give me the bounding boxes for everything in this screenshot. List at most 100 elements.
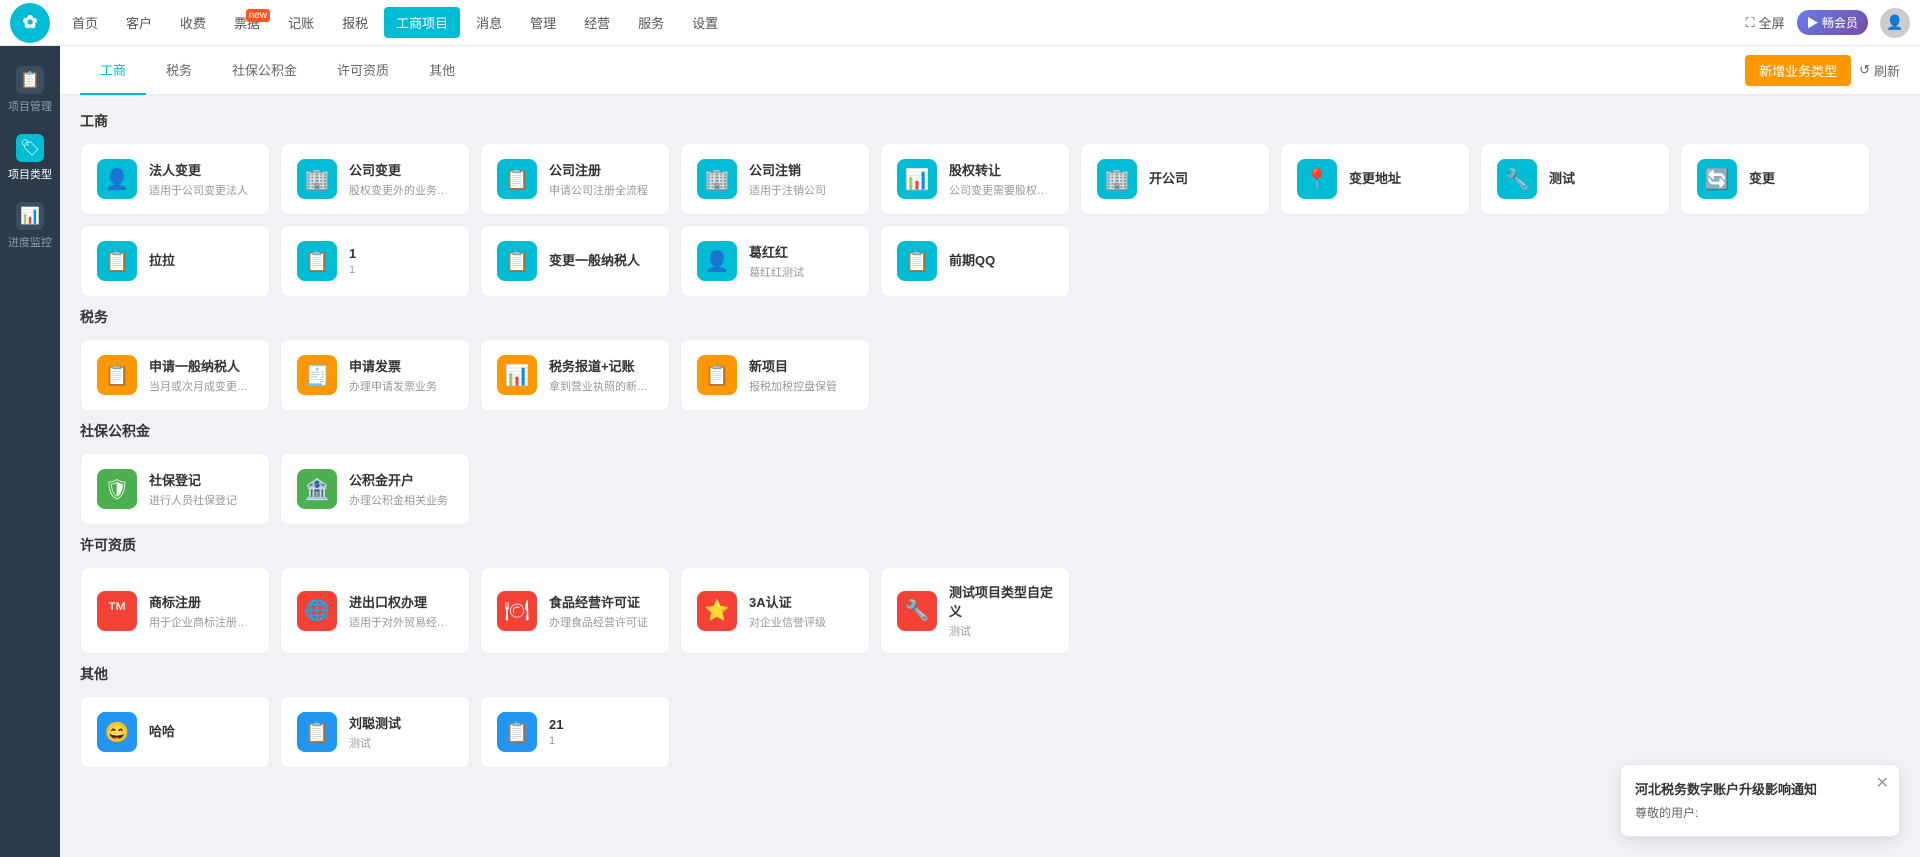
card-新项目[interactable]: 📋 新项目 报税加税控盘保管 [680, 339, 870, 411]
card-税务报道+记账[interactable]: 📊 税务报道+记账 拿到营业执照的新公司 [480, 339, 670, 411]
card-股权转让[interactable]: 📊 股权转让 公司变更需要股权转让 [880, 143, 1070, 215]
card-icon: 🧾 [297, 355, 337, 395]
card-name: 变更一般纳税人 [549, 250, 653, 269]
card-icon: 🔧 [897, 591, 937, 631]
card-前期QQ[interactable]: 📋 前期QQ [880, 225, 1070, 297]
card-法人变更[interactable]: 👤 法人变更 适用于公司变更法人 [80, 143, 270, 215]
card-变更[interactable]: 🔄 变更 [1680, 143, 1870, 215]
fullscreen-btn[interactable]: ⛶ 全屏 [1746, 13, 1785, 32]
nav-item-消息[interactable]: 消息 [464, 7, 514, 38]
refresh-button[interactable]: ↺ 刷新 [1859, 61, 1900, 80]
nav-item-管理[interactable]: 管理 [518, 7, 568, 38]
card-测试[interactable]: 🔧 测试 [1480, 143, 1670, 215]
tab-工商[interactable]: 工商 [80, 46, 146, 95]
card-测试项目类型自定义[interactable]: 🔧 测试项目类型自定义 测试 [880, 567, 1070, 654]
nav-item-经营[interactable]: 经营 [572, 7, 622, 38]
nav-item-服务[interactable]: 服务 [626, 7, 676, 38]
notification-popup: ✕ 河北税务数字账户升级影响通知 尊敬的用户: [1620, 764, 1900, 837]
card-变更地址[interactable]: 📍 变更地址 [1280, 143, 1470, 215]
card-info: 变更一般纳税人 [549, 250, 653, 272]
card-公司注册[interactable]: 📋 公司注册 申请公司注册全流程 [480, 143, 670, 215]
card-3A认证[interactable]: ⭐ 3A认证 对企业信誉评级 [680, 567, 870, 654]
section-title-其他: 其他 [80, 664, 1900, 684]
card-进出口权办理[interactable]: 🌐 进出口权办理 适用于对外贸易经营者 [280, 567, 470, 654]
nav-item-票据[interactable]: 票据new [222, 7, 272, 38]
card-info: 测试 [1549, 168, 1653, 190]
nav-item-客户[interactable]: 客户 [114, 7, 164, 38]
new-type-button[interactable]: 新增业务类型 [1745, 55, 1851, 86]
card-拉拉[interactable]: 📋 拉拉 [80, 225, 270, 297]
nav-item-工商项目[interactable]: 工商项目 [384, 7, 460, 38]
card-icon: 🔄 [1697, 159, 1737, 199]
vip-button[interactable]: ▶ 畅会员 [1797, 10, 1868, 35]
card-icon: 📍 [1297, 159, 1337, 199]
nav-item-收费[interactable]: 收费 [168, 7, 218, 38]
card-葛红红[interactable]: 👤 葛红红 葛红红测试 [680, 225, 870, 297]
card-name: 社保登记 [149, 470, 253, 489]
card-社保登记[interactable]: 🛡 社保登记 进行人员社保登记 [80, 453, 270, 525]
card-申请一般纳税人[interactable]: 📋 申请一般纳税人 当月或次月成变更完成 [80, 339, 270, 411]
card-desc: 葛红红测试 [749, 264, 853, 280]
nav-item-报税[interactable]: 报税 [330, 7, 380, 38]
card-刘聪测试[interactable]: 📋 刘聪测试 测试 [280, 696, 470, 768]
nav-item-记账[interactable]: 记账 [276, 7, 326, 38]
card-icon: 📋 [697, 355, 737, 395]
card-desc: 1 [349, 264, 453, 276]
card-name: 测试 [1549, 168, 1653, 187]
notification-close-button[interactable]: ✕ [1876, 773, 1889, 793]
sidebar-label: 进度监控 [8, 234, 52, 250]
card-食品经营许可证[interactable]: 🍽 食品经营许可证 办理食品经营许可证 [480, 567, 670, 654]
card-info: 公司变更 股权变更外的业务变更 [349, 160, 453, 198]
card-icon: 📋 [297, 241, 337, 281]
card-info: 社保登记 进行人员社保登记 [149, 470, 253, 508]
sidebar-item-进度监控[interactable]: 📊 进度监控 [0, 192, 60, 260]
card-info: 开公司 [1149, 168, 1253, 190]
avatar[interactable]: 👤 [1880, 8, 1910, 38]
nav-item-首页[interactable]: 首页 [60, 7, 110, 38]
card-1[interactable]: 📋 1 1 [280, 225, 470, 297]
card-info: 拉拉 [149, 250, 253, 272]
tab-许可资质[interactable]: 许可资质 [317, 46, 409, 95]
card-公积金开户[interactable]: 🏦 公积金开户 办理公积金相关业务 [280, 453, 470, 525]
nav-badge: new [246, 9, 270, 22]
card-desc: 办理公积金相关业务 [349, 492, 453, 508]
card-name: 1 [349, 246, 453, 261]
card-name: 前期QQ [949, 250, 1053, 269]
card-icon: 🍽 [497, 591, 537, 631]
card-商标注册[interactable]: ™ 商标注册 用于企业商标注册服务 [80, 567, 270, 654]
card-哈哈[interactable]: 😄 哈哈 [80, 696, 270, 768]
card-公司注销[interactable]: 🏢 公司注销 适用于注销公司 [680, 143, 870, 215]
card-desc: 办理申请发票业务 [349, 378, 453, 394]
tab-税务[interactable]: 税务 [146, 46, 212, 95]
card-开公司[interactable]: 🏢 开公司 [1080, 143, 1270, 215]
card-info: 公司注册 申请公司注册全流程 [549, 160, 653, 198]
notification-title: 河北税务数字账户升级影响通知 [1635, 779, 1885, 798]
card-name: 商标注册 [149, 592, 253, 611]
card-desc: 适用于公司变更法人 [149, 182, 253, 198]
sidebar-label: 项目管理 [8, 98, 52, 114]
card-info: 食品经营许可证 办理食品经营许可证 [549, 592, 653, 630]
card-desc: 股权变更外的业务变更 [349, 182, 453, 198]
card-申请发票[interactable]: 🧾 申请发票 办理申请发票业务 [280, 339, 470, 411]
card-21[interactable]: 📋 21 1 [480, 696, 670, 768]
tab-社保公积金[interactable]: 社保公积金 [212, 46, 317, 95]
card-name: 公积金开户 [349, 470, 453, 489]
vip-label: 畅会员 [1822, 16, 1858, 30]
card-公司变更[interactable]: 🏢 公司变更 股权变更外的业务变更 [280, 143, 470, 215]
card-desc: 测试 [949, 623, 1053, 639]
card-name: 测试项目类型自定义 [949, 582, 1053, 620]
card-info: 新项目 报税加税控盘保管 [749, 356, 853, 394]
card-name: 哈哈 [149, 721, 253, 740]
card-icon: 👤 [697, 241, 737, 281]
card-name: 申请一般纳税人 [149, 356, 253, 375]
sidebar-item-项目类型[interactable]: 🏷 项目类型 [0, 124, 60, 192]
sidebar-item-项目管理[interactable]: 📋 项目管理 [0, 56, 60, 124]
card-变更一般纳税人[interactable]: 📋 变更一般纳税人 [480, 225, 670, 297]
card-info: 3A认证 对企业信誉评级 [749, 592, 853, 630]
tab-其他[interactable]: 其他 [409, 46, 475, 95]
logo[interactable]: ✿ [10, 3, 50, 43]
nav-item-设置[interactable]: 设置 [680, 7, 730, 38]
card-name: 开公司 [1149, 168, 1253, 187]
card-desc: 对企业信誉评级 [749, 614, 853, 630]
card-name: 申请发票 [349, 356, 453, 375]
